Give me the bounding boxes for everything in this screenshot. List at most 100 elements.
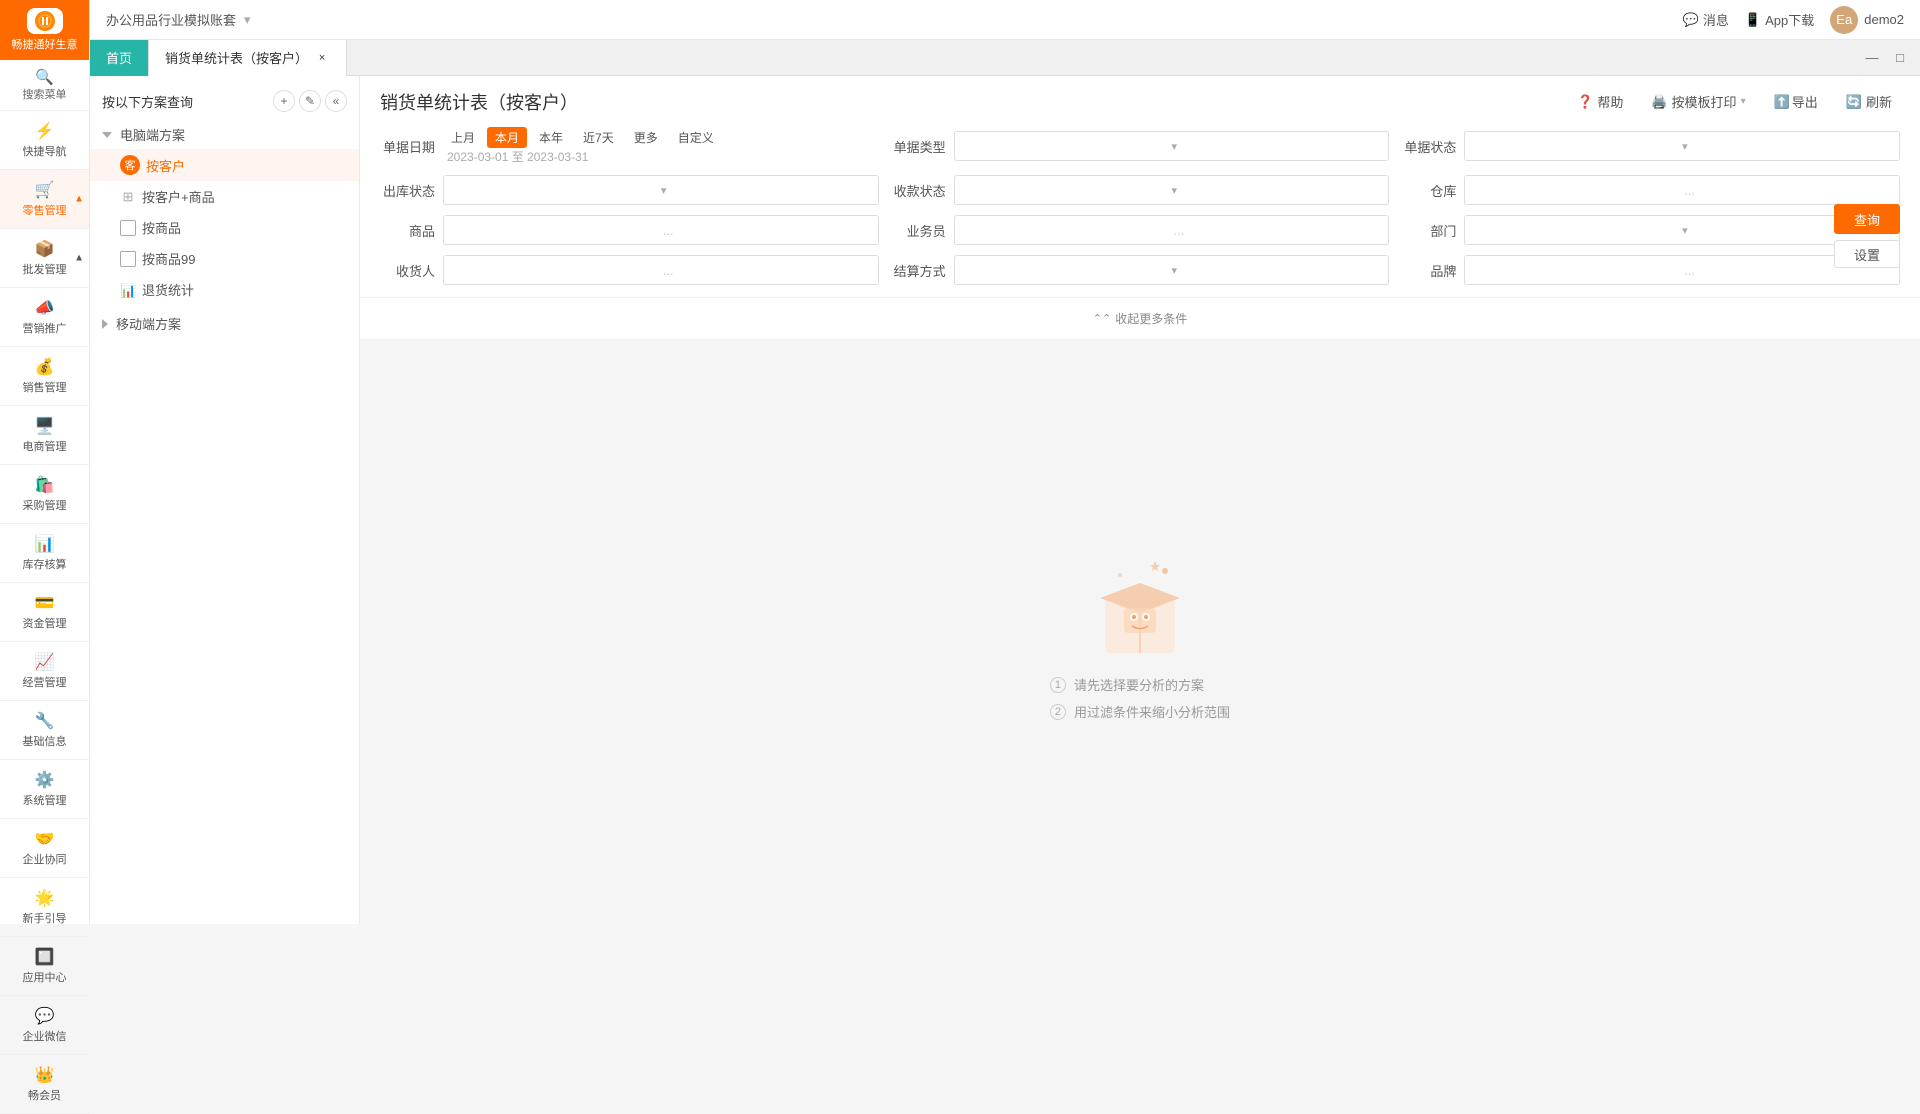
tab-close-btn[interactable]: × — [314, 50, 330, 66]
add-scheme-btn[interactable]: + — [273, 90, 295, 112]
sidebar-item-purchase[interactable]: 🛍️ 采购管理 — [0, 465, 89, 524]
date-more[interactable]: 更多 — [626, 127, 666, 148]
message-label: 消息 — [1703, 10, 1729, 29]
sidebar-item-appcenter[interactable]: 🔲 应用中心 — [0, 937, 89, 996]
outstatus-select[interactable]: ▾ — [443, 175, 879, 205]
sidebar-item-enterprise[interactable]: 🤝 企业协同 — [0, 819, 89, 878]
scheme-item-by-product[interactable]: 按商品 — [90, 212, 359, 243]
doctype-label: 单据类型 — [891, 137, 946, 156]
date-label: 单据日期 — [380, 137, 435, 156]
collapse-panel-btn[interactable]: « — [325, 90, 347, 112]
date-this-month[interactable]: 本月 — [487, 127, 527, 148]
product-label: 商品 — [380, 221, 435, 240]
page-header: 销货单统计表（按客户） ❓ 帮助 🖨️ 按模板打印 ▾ ⬆️ 导出 — [360, 76, 1920, 115]
docstatus-label: 单据状态 — [1401, 137, 1456, 156]
sidebar-item-quicknav[interactable]: ⚡ 快捷导航 — [0, 111, 89, 170]
sidebar-item-retail[interactable]: 🛒 零售管理 ▲ — [0, 170, 89, 229]
collectstatus-label: 收款状态 — [891, 181, 946, 200]
refresh-btn[interactable]: 🔄 刷新 — [1838, 88, 1900, 115]
docstatus-dropdown-icon: ▾ — [1682, 140, 1891, 153]
date-last-month[interactable]: 上月 — [443, 127, 483, 148]
topbar-dropdown-icon[interactable]: ▾ — [244, 12, 251, 28]
topbar-left: 办公用品行业模拟账套 ▾ — [106, 10, 251, 29]
mobile-group-header[interactable]: 移动端方案 — [90, 309, 359, 338]
tab-home[interactable]: 首页 — [90, 40, 149, 76]
app-download-button[interactable]: 📱 App下载 — [1745, 10, 1814, 29]
warehouse-label: 仓库 — [1401, 181, 1456, 200]
topbar: 办公用品行业模拟账套 ▾ 💬 消息 📱 App下载 Ea demo2 — [90, 0, 1920, 40]
sidebar-item-system[interactable]: ⚙️ 系统管理 — [0, 760, 89, 819]
sidebar-item-operations[interactable]: 📈 经营管理 — [0, 642, 89, 701]
dept-label: 部门 — [1401, 221, 1456, 240]
mobile-scheme-group: 移动端方案 — [90, 307, 359, 340]
export-icon: ⬆️ — [1774, 94, 1790, 110]
logo-text: 畅捷通好生意 — [12, 36, 78, 52]
print-btn[interactable]: 🖨️ 按模板打印 ▾ — [1643, 88, 1753, 115]
scheme-label-customer: 按客户 — [146, 156, 185, 175]
product-select[interactable]: ... — [443, 215, 879, 245]
docstatus-select[interactable]: ▾ — [1464, 131, 1900, 161]
print-icon: 🖨️ — [1651, 94, 1667, 110]
sidebar-item-sales[interactable]: 💰 销售管理 — [0, 347, 89, 406]
phone-icon: 📱 — [1745, 12, 1761, 28]
filter-product-cell: 商品 ... — [380, 215, 879, 245]
scheme-icon-multi: ⊞ — [120, 189, 136, 205]
tab-sales-stats[interactable]: 销货单统计表（按客户） × — [149, 40, 347, 76]
help-btn[interactable]: ❓ 帮助 — [1569, 88, 1631, 115]
sidebar-item-wholesale[interactable]: 📦 批发管理 ▲ — [0, 229, 89, 288]
query-btn[interactable]: 查询 — [1834, 204, 1900, 234]
warehouse-select[interactable]: ... — [1464, 175, 1900, 205]
help-label: 帮助 — [1597, 92, 1623, 111]
scheme-item-by-product99[interactable]: 按商品99 — [90, 243, 359, 274]
scheme-item-returns[interactable]: 📊 退货统计 — [90, 274, 359, 305]
sidebar-item-inventory[interactable]: 📊 库存核算 — [0, 524, 89, 583]
sidebar-item-wechat[interactable]: 💬 企业微信 — [0, 996, 89, 1055]
salesperson-label: 业务员 — [891, 221, 946, 240]
user-menu[interactable]: Ea demo2 — [1830, 6, 1904, 34]
date-custom[interactable]: 自定义 — [670, 127, 722, 148]
recipient-select[interactable]: ... — [443, 255, 879, 285]
active-tab-label: 销货单统计表（按客户） — [165, 48, 308, 67]
left-panel-actions: + ✎ « — [273, 90, 347, 112]
salesperson-select[interactable]: ... — [954, 215, 1390, 245]
desktop-group-label: 电脑端方案 — [120, 125, 185, 144]
collectstatus-select[interactable]: ▾ — [954, 175, 1390, 205]
filter-row-2: 出库状态 ▾ 收款状态 ▾ 仓库 — [380, 175, 1900, 205]
logo-svg — [33, 9, 57, 33]
tabs-minimize-btn[interactable]: — — [1860, 46, 1884, 70]
product-dots[interactable]: ... — [663, 223, 870, 238]
sidebar-item-marketing[interactable]: 📣 营销推广 — [0, 288, 89, 347]
export-btn[interactable]: ⬆️ 导出 — [1766, 88, 1826, 115]
sidebar-item-basic[interactable]: 🔧 基础信息 — [0, 701, 89, 760]
scheme-item-customer-product[interactable]: ⊞ 按客户+商品 — [90, 181, 359, 212]
collapse-label: 收起更多条件 — [1115, 310, 1187, 327]
filter-dept-cell: 部门 ▾ — [1401, 215, 1900, 245]
filter-salesperson-cell: 业务员 ... — [891, 215, 1390, 245]
date-7days[interactable]: 近7天 — [575, 127, 622, 148]
collapse-up-icon: ⌃⌃ — [1093, 312, 1111, 325]
salesperson-dots[interactable]: ... — [1174, 223, 1381, 238]
desktop-group-header[interactable]: 电脑端方案 — [90, 120, 359, 149]
sidebar-logo: 畅捷通好生意 — [0, 0, 89, 60]
tabs-maximize-btn[interactable]: □ — [1888, 46, 1912, 70]
payment-select[interactable]: ▾ — [954, 255, 1390, 285]
print-dropdown-icon: ▾ — [1741, 96, 1746, 107]
doctype-select[interactable]: ▾ — [954, 131, 1390, 161]
sidebar-search-menu[interactable]: 🔍 搜索菜单 — [0, 60, 89, 111]
doctype-dropdown-icon: ▾ — [1172, 140, 1381, 153]
sidebar-item-newbie[interactable]: 🌟 新手引导 — [0, 878, 89, 937]
warehouse-dots[interactable]: ... — [1684, 183, 1891, 198]
topbar-right: 💬 消息 📱 App下载 Ea demo2 — [1683, 6, 1904, 34]
edit-scheme-btn[interactable]: ✎ — [299, 90, 321, 112]
sidebar-item-ecommerce[interactable]: 🖥️ 电商管理 — [0, 406, 89, 465]
scheme-item-by-customer[interactable]: 客 按客户 — [90, 149, 359, 181]
recipient-dots[interactable]: ... — [663, 263, 870, 278]
empty-state: 1 请先选择要分析的方案 2 用过滤条件来缩小分析范围 — [360, 340, 1920, 924]
sidebar-item-finance[interactable]: 💳 资金管理 — [0, 583, 89, 642]
date-this-year[interactable]: 本年 — [531, 127, 571, 148]
collapse-conditions-btn[interactable]: ⌃⌃ 收起更多条件 — [1081, 306, 1199, 331]
sidebar-item-member[interactable]: 👑 畅会员 — [0, 1055, 89, 1114]
date-shortcuts: 上月 本月 本年 近7天 更多 自定义 — [443, 127, 879, 148]
settings-btn[interactable]: 设置 — [1834, 240, 1900, 268]
message-button[interactable]: 💬 消息 — [1683, 10, 1729, 29]
